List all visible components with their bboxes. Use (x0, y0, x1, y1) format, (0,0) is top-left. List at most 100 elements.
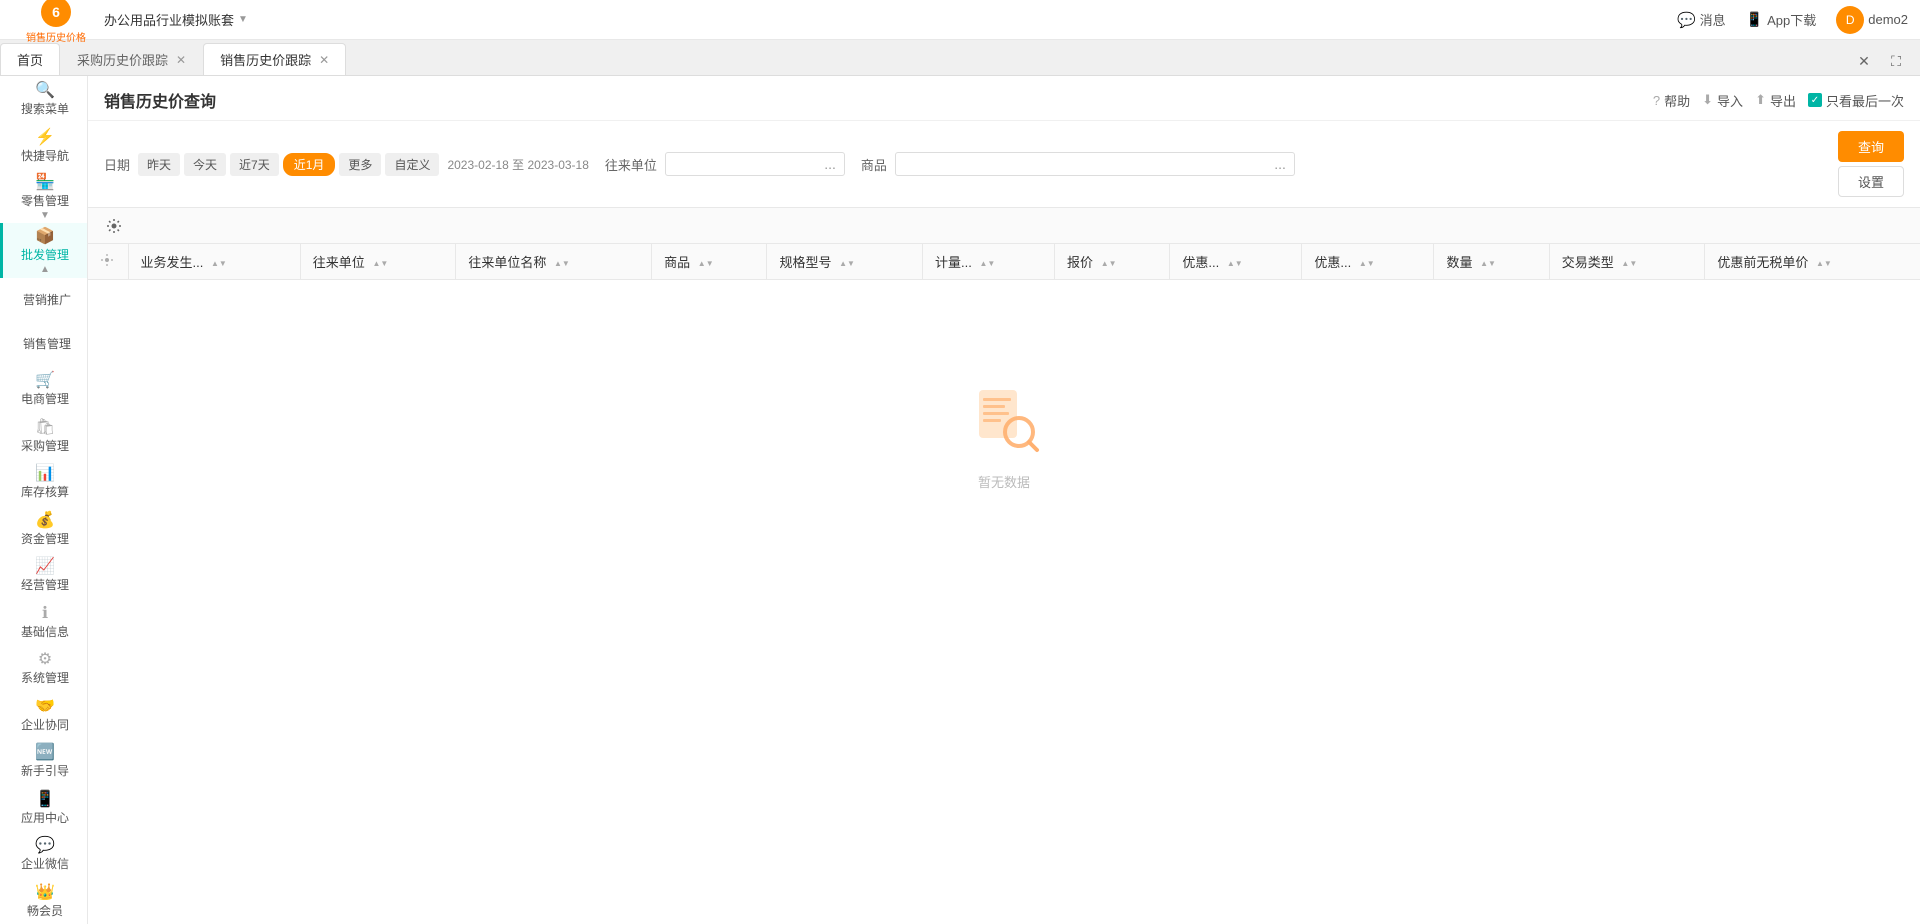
sidebar-item-shortcut[interactable]: ⚡ 快捷导航 (0, 123, 87, 170)
app-dropdown[interactable]: 办公用品行业模拟账套 ▼ (104, 10, 248, 29)
table-header-unit[interactable]: 计量... ▲▼ (922, 244, 1054, 280)
tab-home[interactable]: 首页 (0, 43, 60, 75)
sidebar-item-system[interactable]: ⚙ 系统管理 (0, 645, 87, 692)
app-download-button[interactable]: 📱 App下载 (1746, 10, 1817, 29)
table-header-product[interactable]: 商品 ▲▼ (652, 244, 767, 280)
sort-arrows-icon: ▲▼ (1359, 259, 1375, 268)
operations-icon: 📈 (35, 556, 55, 576)
col-business-date-label: 业务发生... (141, 255, 204, 270)
filter-bar: 日期 昨天 今天 近7天 近1月 更多 自定义 2023-02-18 至 202… (88, 121, 1920, 207)
tab-sales-close[interactable]: ✕ (319, 53, 329, 67)
sidebar-item-ecommerce[interactable]: 🛒 电商管理 (0, 366, 87, 413)
tab-sales-history[interactable]: 销售历史价跟踪 ✕ (203, 43, 346, 75)
empty-state-icon (964, 380, 1044, 460)
table-header-discount2[interactable]: 优惠... ▲▼ (1302, 244, 1434, 280)
sidebar-item-wholesale[interactable]: 📦 批发管理 ▲ (0, 223, 87, 277)
sidebar-wholesale-label: 批发管理 (21, 248, 69, 264)
wholesale-sub-section: 营销推广 销售管理 (0, 278, 87, 366)
col-unit-label: 计量... (935, 255, 972, 270)
help-icon: ? (1653, 93, 1660, 108)
sidebar-item-sales-mgmt[interactable]: 销售管理 (0, 322, 87, 366)
sidebar-item-guide[interactable]: 🆕 新手引导 (0, 738, 87, 785)
sidebar-item-marketing[interactable]: 营销推广 (0, 278, 87, 322)
import-label: 导入 (1717, 91, 1743, 110)
sidebar-item-search[interactable]: 🔍 搜索菜单 (0, 76, 87, 123)
table-header-settings (88, 244, 128, 280)
sidebar-purchase-label: 采购管理 (21, 439, 69, 455)
col-discount1-label: 优惠... (1182, 255, 1219, 270)
table-header-business-date[interactable]: 业务发生... ▲▼ (128, 244, 300, 280)
import-icon: ⬇ (1702, 92, 1713, 108)
checkbox-icon: ✓ (1808, 93, 1822, 107)
sidebar-item-basic-info[interactable]: ℹ 基础信息 (0, 598, 87, 645)
enterprise-icon: 🤝 (35, 696, 55, 716)
help-button[interactable]: ? 帮助 (1653, 91, 1690, 110)
sort-arrows-icon: ▲▼ (211, 259, 227, 268)
sidebar-item-member[interactable]: 👑 畅会员 (0, 878, 87, 924)
tab-actions: ✕ ⛶ (1852, 49, 1920, 75)
partner-filter-group: 往来单位 ... (605, 152, 845, 176)
table-header-partner[interactable]: 往来单位 ▲▼ (300, 244, 456, 280)
tab-purchase-close[interactable]: ✕ (176, 53, 186, 67)
tab-purchase-history[interactable]: 采购历史价跟踪 ✕ (60, 43, 203, 75)
export-icon: ⬆ (1755, 92, 1766, 108)
sidebar-item-finance[interactable]: 💰 资金管理 (0, 505, 87, 552)
table-header-pretax-price[interactable]: 优惠前无税单价 ▲▼ (1705, 244, 1920, 280)
sidebar-retail-label: 零售管理 (21, 194, 69, 210)
table-header-row: 业务发生... ▲▼ 往来单位 ▲▼ 往来单位名称 ▲▼ (88, 244, 1920, 280)
date-today-btn[interactable]: 今天 (184, 153, 226, 176)
sidebar-marketing-label: 营销推广 (23, 293, 71, 309)
table-header-discount1[interactable]: 优惠... ▲▼ (1170, 244, 1302, 280)
app-download-label: App下载 (1767, 10, 1816, 29)
guide-icon: 🆕 (35, 742, 55, 762)
wholesale-icon: 📦 (35, 226, 55, 246)
page-header-actions: ? 帮助 ⬇ 导入 ⬆ 导出 ✓ 只看最后一次 (1653, 91, 1904, 110)
user-avatar: D (1836, 6, 1864, 34)
fullscreen-button[interactable]: ⛶ (1884, 49, 1908, 73)
sidebar-shortcut-label: 快捷导航 (21, 149, 69, 165)
table-header-partner-name[interactable]: 往来单位名称 ▲▼ (456, 244, 652, 280)
product-input[interactable]: ... (895, 152, 1295, 176)
sidebar-item-inventory[interactable]: 📊 库存核算 (0, 459, 87, 506)
query-button[interactable]: 查询 (1838, 131, 1904, 162)
product-filter-group: 商品 ... (861, 152, 1295, 176)
table-header-trade-type[interactable]: 交易类型 ▲▼ (1549, 244, 1705, 280)
partner-input[interactable]: ... (665, 152, 845, 176)
sort-arrows-icon: ▲▼ (1816, 259, 1832, 268)
user-menu[interactable]: D demo2 (1836, 6, 1908, 34)
table-header-price[interactable]: 报价 ▲▼ (1055, 244, 1170, 280)
export-button[interactable]: ⬆ 导出 (1755, 91, 1796, 110)
date-yesterday-btn[interactable]: 昨天 (138, 153, 180, 176)
col-price-label: 报价 (1067, 255, 1093, 270)
date-options: 昨天 今天 近7天 近1月 更多 自定义 (138, 153, 439, 176)
ecommerce-icon: 🛒 (35, 370, 55, 390)
sort-arrows-icon: ▲▼ (839, 259, 855, 268)
username-label: demo2 (1868, 12, 1908, 27)
date-7days-btn[interactable]: 近7天 (230, 153, 279, 176)
sidebar-item-purchase[interactable]: 🛍 采购管理 (0, 412, 87, 459)
import-button[interactable]: ⬇ 导入 (1702, 91, 1743, 110)
product-filter-label: 商品 (861, 155, 887, 174)
col-partner-name-label: 往来单位名称 (468, 255, 546, 270)
only-last-checkbox[interactable]: ✓ 只看最后一次 (1808, 91, 1904, 110)
sidebar-finance-label: 资金管理 (21, 532, 69, 548)
date-custom-btn[interactable]: 自定义 (385, 153, 439, 176)
table-header-spec[interactable]: 规格型号 ▲▼ (767, 244, 923, 280)
sidebar-item-enterprise[interactable]: 🤝 企业协同 (0, 691, 87, 738)
sidebar-item-app-center[interactable]: 📱 应用中心 (0, 784, 87, 831)
table-header-qty[interactable]: 数量 ▲▼ (1434, 244, 1549, 280)
table-settings-icon[interactable] (100, 212, 128, 240)
export-label: 导出 (1770, 91, 1796, 110)
close-window-button[interactable]: ✕ (1852, 49, 1876, 73)
sidebar-item-wechat[interactable]: 💬 企业微信 (0, 831, 87, 878)
date-more-btn[interactable]: 更多 (339, 153, 381, 176)
sidebar-item-retail[interactable]: 🏪 零售管理 ▼ (0, 169, 87, 223)
chat-button[interactable]: 💬 消息 (1677, 10, 1726, 29)
sort-arrows-icon: ▲▼ (979, 259, 995, 268)
wholesale-arrow-icon: ▲ (40, 264, 50, 275)
sidebar-item-operations[interactable]: 📈 经营管理 (0, 552, 87, 599)
date-1month-btn[interactable]: 近1月 (283, 153, 336, 176)
retail-icon: 🏪 (35, 172, 55, 192)
settings-button[interactable]: 设置 (1838, 166, 1904, 197)
sort-arrows-icon: ▲▼ (1480, 259, 1496, 268)
